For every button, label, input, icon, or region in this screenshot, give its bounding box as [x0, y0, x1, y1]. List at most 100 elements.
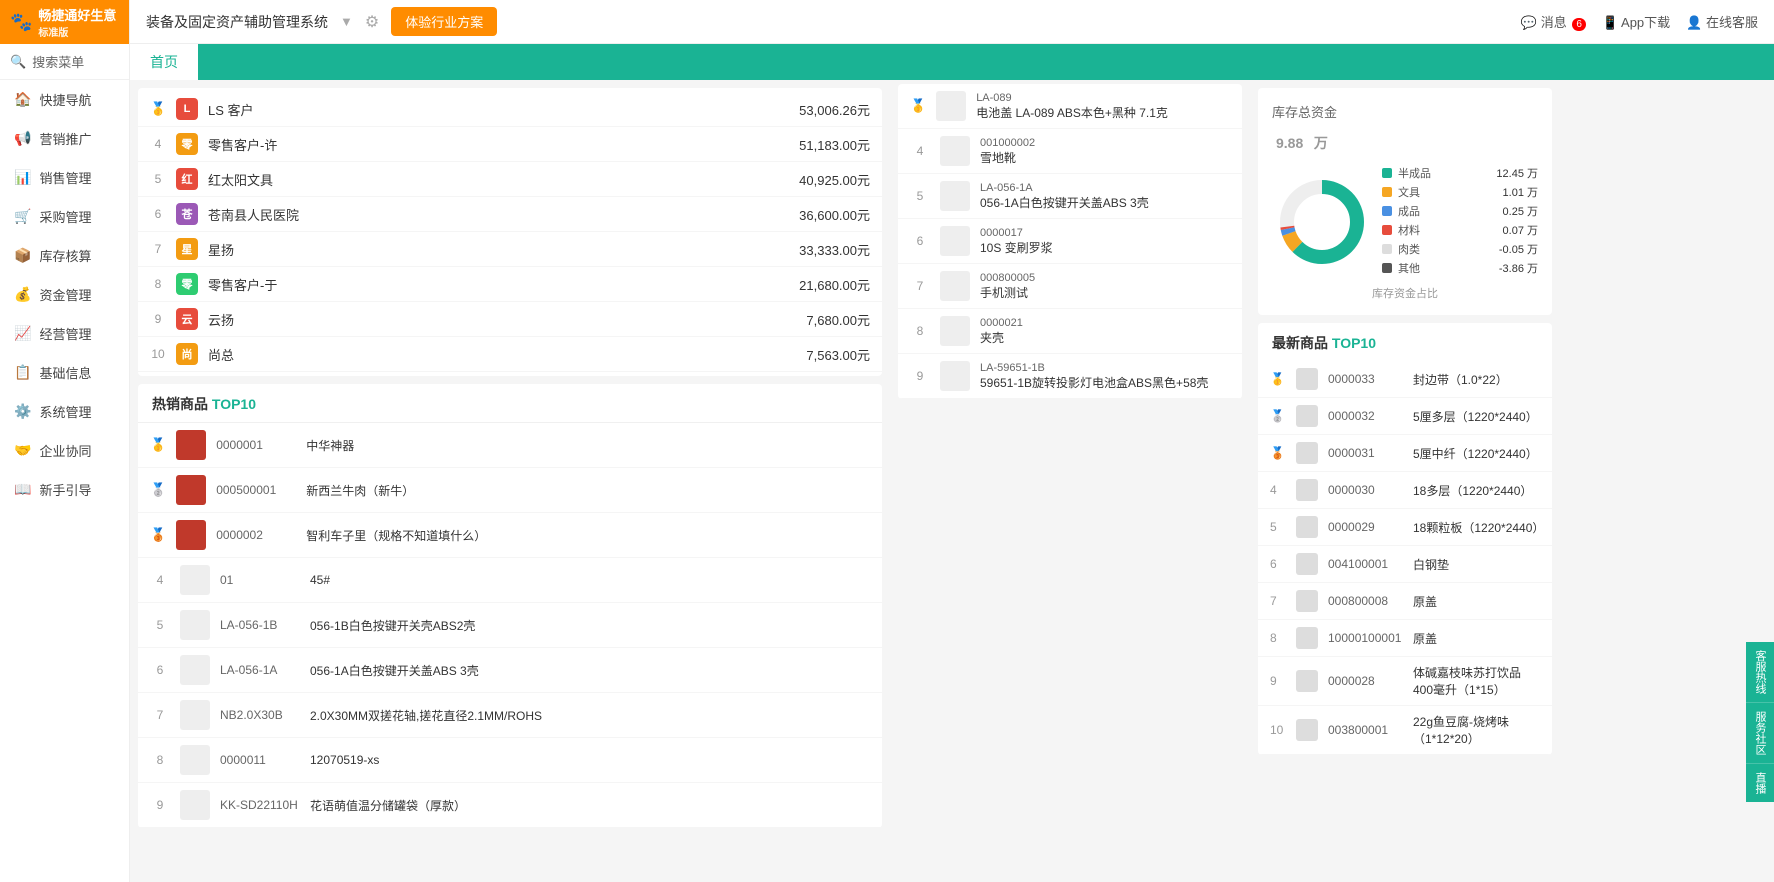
avatar: 零 [176, 273, 198, 295]
hot-products-top-label: TOP10 [212, 396, 256, 412]
rank-medal: 🥉 [1270, 446, 1286, 460]
legend-item: 半成品 12.45 万 [1382, 165, 1538, 181]
gear-icon[interactable]: ⚙ [365, 12, 379, 32]
product-code: 0000029 [1328, 520, 1403, 534]
float-btn-community[interactable]: 服务社区 [1746, 703, 1774, 764]
newest-row: 6 004100001 白钢垫 [1258, 546, 1552, 583]
product-thumb [940, 361, 970, 391]
product-code: 0000030 [1328, 483, 1403, 497]
customer-name: 星扬 [208, 240, 789, 259]
product-thumb [1296, 368, 1318, 390]
right-rank-card: 🥇 LA-089 电池盖 LA-089 ABS本色+黑种 7.1克 4 0010… [898, 84, 1242, 399]
product-code: 003800001 [1328, 723, 1403, 737]
product-row: 🥇 LA-089 电池盖 LA-089 ABS本色+黑种 7.1克 [898, 84, 1242, 129]
product-row: 9 LA-59651-1B 59651-1B旋转投影灯电池盒ABS黑色+58壳 [898, 354, 1242, 399]
operations-icon: 📈 [14, 325, 31, 342]
rank-number: 6 [910, 234, 930, 248]
product-thumb [1296, 670, 1318, 692]
customer-amount: 21,680.00元 [799, 275, 870, 294]
sidebar-item-cooperation[interactable]: 🤝 企业协同 [0, 431, 129, 470]
inventory-card: 库存总资金 9.88 万 [1258, 88, 1552, 315]
product-code: 0000001 [216, 438, 296, 452]
product-thumb [1296, 553, 1318, 575]
float-btn-live[interactable]: 直播 [1746, 764, 1774, 802]
newest-products-title: 最新商品 TOP10 [1258, 323, 1552, 361]
float-buttons: 客服热线 服务社区 直播 [1746, 642, 1774, 802]
avatar: 苍 [176, 203, 198, 225]
product-thumb [176, 430, 206, 460]
sidebar-item-purchase[interactable]: 🛒 采购管理 [0, 197, 129, 236]
legend-value: 12.45 万 [1496, 165, 1538, 181]
sidebar-item-finance[interactable]: 💰 资金管理 [0, 275, 129, 314]
sidebar-item-basic-info[interactable]: 📋 基础信息 [0, 353, 129, 392]
legend-label: 材料 [1398, 222, 1497, 238]
product-row: 🥇 0000001 中华神器 [138, 423, 882, 468]
message-button[interactable]: 💬 消息 6 [1521, 12, 1586, 31]
rank-number: 4 [150, 137, 166, 151]
product-thumb [1296, 516, 1318, 538]
product-name: 59651-1B旋转投影灯电池盒ABS黑色+58壳 [980, 374, 1230, 391]
legend-value: 1.01 万 [1503, 184, 1538, 200]
tab-home[interactable]: 首页 [130, 44, 198, 80]
inventory-amount: 9.88 万 [1272, 127, 1538, 155]
search-menu-item[interactable]: 🔍 搜索菜单 [0, 44, 129, 80]
product-row: 9 KK-SD22110H 花语萌值温分储罐袋（厚款） [138, 783, 882, 828]
inventory-title: 库存总资金 [1272, 102, 1538, 121]
customer-amount: 40,925.00元 [799, 170, 870, 189]
rank-medal: 🥇 [150, 101, 166, 117]
sidebar-item-guide[interactable]: 📖 新手引导 [0, 470, 129, 509]
rank-number: 9 [150, 312, 166, 326]
list-item: 4 零 零售客户-许 51,183.00元 [138, 127, 882, 162]
float-btn-service[interactable]: 客服热线 [1746, 642, 1774, 703]
rank-number: 4 [910, 144, 930, 158]
online-service-button[interactable]: 👤 在线客服 [1686, 12, 1758, 31]
sidebar-item-label: 销售管理 [39, 168, 91, 187]
product-code: LA-59651-1B [980, 362, 1230, 374]
rank-number: 5 [1270, 520, 1286, 534]
sidebar-item-label: 营销推广 [39, 129, 91, 148]
app-download-button[interactable]: 📱 App下载 [1602, 12, 1670, 31]
product-thumb [176, 520, 206, 550]
product-thumb [940, 271, 970, 301]
customer-name: 零售客户-于 [208, 275, 789, 294]
product-row: 4 01 45# [138, 558, 882, 603]
legend-color [1382, 187, 1392, 197]
sidebar-item-home[interactable]: 🏠 快捷导航 [0, 80, 129, 119]
sidebar-item-inventory[interactable]: 📦 库存核算 [0, 236, 129, 275]
sidebar-item-label: 库存核算 [39, 246, 91, 265]
legend-value: 0.25 万 [1503, 203, 1538, 219]
trial-button[interactable]: 体验行业方案 [391, 7, 497, 36]
product-thumb [176, 475, 206, 505]
nav-tabs: 首页 [130, 44, 1774, 80]
rank-medal: 🥇 [910, 98, 926, 114]
rank-number: 7 [150, 708, 170, 722]
logo-icon: 🐾 [10, 12, 32, 33]
product-thumb [1296, 627, 1318, 649]
rank-number: 4 [150, 573, 170, 587]
hot-products-title: 热销商品 TOP10 [138, 384, 882, 423]
customer-name: 红太阳文具 [208, 170, 789, 189]
product-code: 0000002 [216, 528, 296, 542]
top-header: 装备及固定资产辅助管理系统 ▼ ⚙ 体验行业方案 💬 消息 6 📱 App下载 … [130, 0, 1774, 44]
product-row: 6 0000017 10S 变刷罗浆 [898, 219, 1242, 264]
product-name: 5厘中纤（1220*2440） [1413, 445, 1540, 462]
product-thumb [180, 655, 210, 685]
rank-medal: 🥈 [1270, 409, 1286, 423]
product-row: 8 0000011 12070519-xs [138, 738, 882, 783]
middle-column: 🥇 L LS 客户 53,006.26元 4 零 零售客户-许 51,183.0… [130, 80, 890, 882]
customer-amount: 33,333.00元 [799, 240, 870, 259]
newest-row: 🥇 0000033 封边带（1.0*22） [1258, 361, 1552, 398]
legend-color [1382, 225, 1392, 235]
product-thumb [180, 700, 210, 730]
dropdown-icon[interactable]: ▼ [340, 14, 353, 29]
sidebar-item-system[interactable]: ⚙️ 系统管理 [0, 392, 129, 431]
sidebar-item-operations[interactable]: 📈 经营管理 [0, 314, 129, 353]
product-thumb [1296, 590, 1318, 612]
sidebar-item-sales[interactable]: 📊 销售管理 [0, 158, 129, 197]
system-icon: ⚙️ [14, 403, 31, 420]
product-code: 0000021 [980, 317, 1230, 329]
product-thumb [180, 565, 210, 595]
sidebar-item-marketing[interactable]: 📢 营销推广 [0, 119, 129, 158]
product-name: 智利车子里（规格不知道填什么） [306, 527, 870, 544]
product-name: 12070519-xs [310, 753, 870, 767]
